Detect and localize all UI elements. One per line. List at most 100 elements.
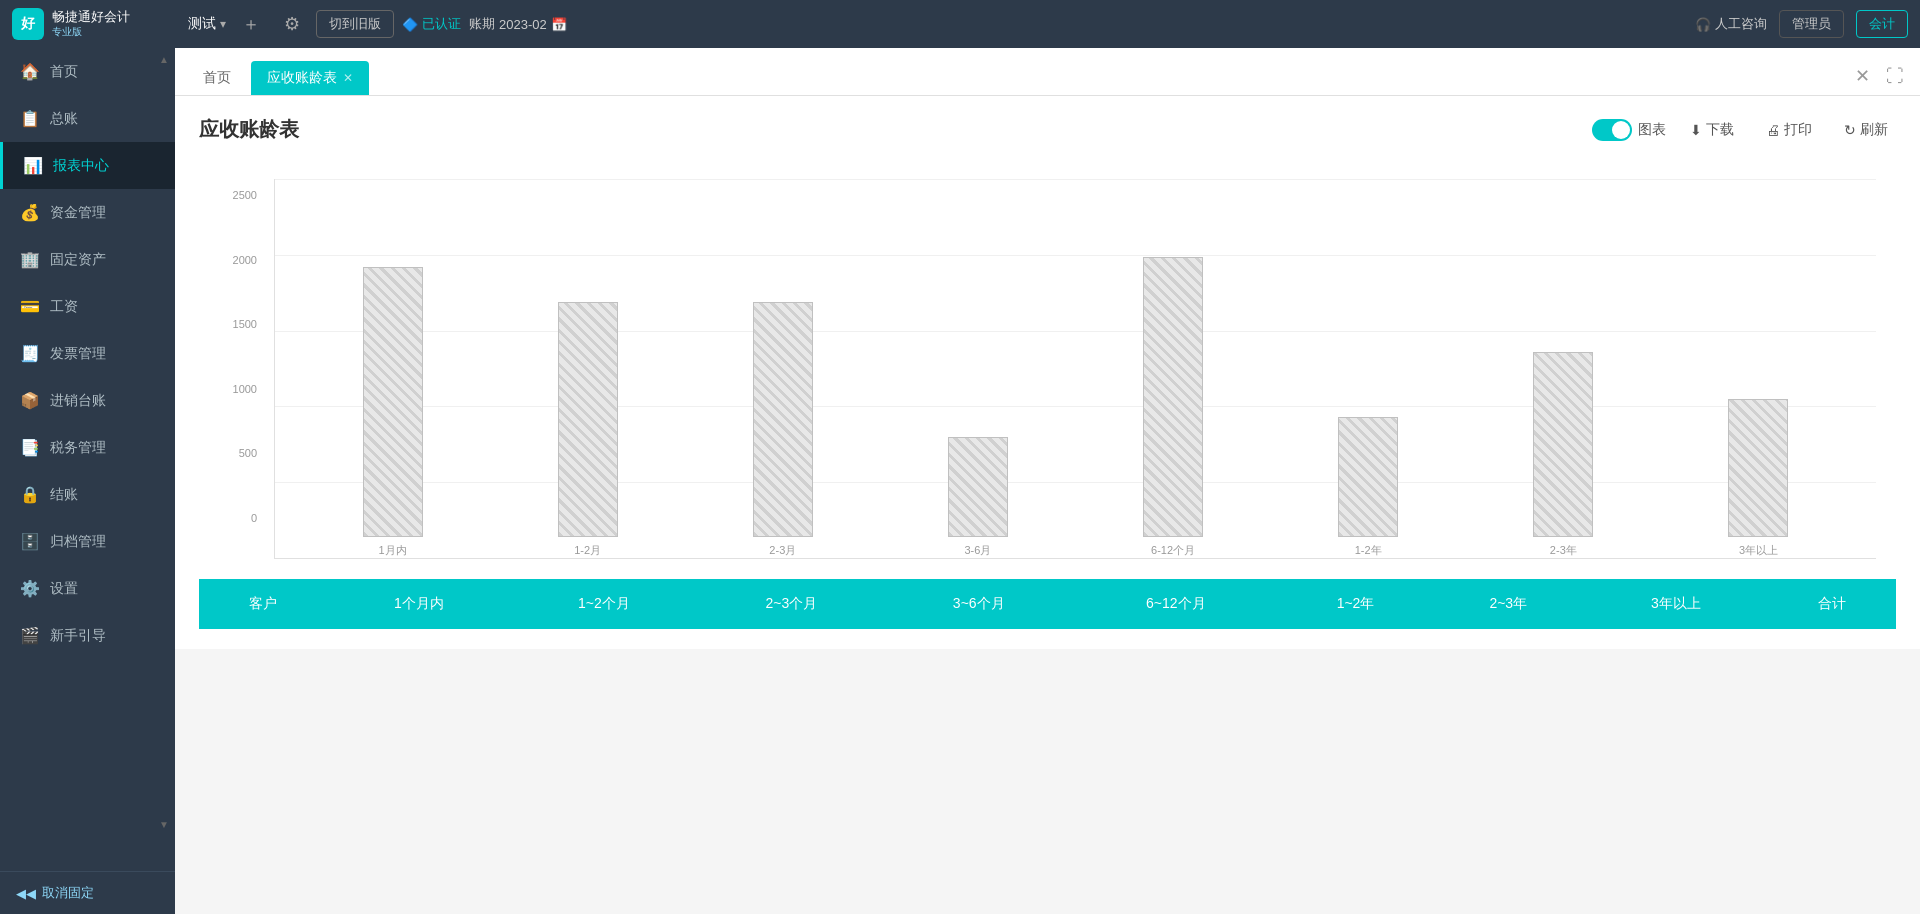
sidebar-item-home[interactable]: 🏠 首页 (0, 48, 175, 95)
expand-button[interactable]: ⛶ (1882, 62, 1908, 91)
sidebar-item-tax[interactable]: 📑 税务管理 (0, 424, 175, 471)
scroll-up-button[interactable]: ▲ (159, 54, 169, 65)
table-container: 客户 1个月内 1~2个月 2~3个月 3~6个月 6~12个月 1~2年 2~… (199, 579, 1896, 629)
certified-badge: 🔷 已认证 (402, 15, 461, 33)
settings-nav-icon: ⚙️ (20, 579, 40, 598)
logo-area: 好 畅捷通好会计 专业版 (12, 8, 172, 40)
refresh-icon: ↻ (1844, 122, 1856, 138)
sidebar-item-label: 设置 (50, 580, 78, 598)
sidebar-item-archive[interactable]: 🗄️ 归档管理 (0, 518, 175, 565)
sidebar-item-salary[interactable]: 💳 工资 (0, 283, 175, 330)
sidebar-item-inventory[interactable]: 📦 进销台账 (0, 377, 175, 424)
tab-bar: 首页 应收账龄表 ✕ ✕ ⛶ (175, 48, 1920, 96)
page-content: 应收账龄表 图表 ⬇ 下载 🖨 打印 (175, 96, 1920, 914)
col-header-3y-plus: 3年以上 (1585, 579, 1768, 629)
top-header: 好 畅捷通好会计 专业版 测试 ▾ ＋ ⚙ 切到旧版 🔷 已认证 账期 2023… (0, 0, 1920, 48)
print-button[interactable]: 🖨 打印 (1758, 117, 1820, 143)
tab-actions: ✕ ⛶ (1851, 61, 1908, 95)
sidebar-item-reports[interactable]: 📊 报表中心 (0, 142, 175, 189)
bar-label-1m: 1月内 (379, 543, 407, 558)
report-actions: 图表 ⬇ 下载 🖨 打印 ↻ 刷新 (1592, 117, 1896, 143)
bar-group-7: 2-3年 (1533, 352, 1593, 558)
col-header-customer: 客户 (199, 579, 328, 629)
bar-group-1: 1月内 (363, 267, 423, 558)
tab-close-icon[interactable]: ✕ (343, 71, 353, 85)
close-tab-button[interactable]: ✕ (1851, 61, 1874, 91)
sidebar-item-ledger[interactable]: 📋 总账 (0, 95, 175, 142)
tab-aging[interactable]: 应收账龄表 ✕ (251, 61, 369, 95)
sidebar-item-settings[interactable]: ⚙️ 设置 (0, 565, 175, 612)
bar-label-1-2m: 1-2月 (574, 543, 601, 558)
toggle-switch[interactable] (1592, 119, 1632, 141)
sidebar-item-label: 结账 (50, 486, 78, 504)
bar-group-8: 3年以上 (1728, 399, 1788, 558)
bar-group-3: 2-3月 (753, 302, 813, 558)
sidebar-item-label: 归档管理 (50, 533, 106, 551)
switch-old-version-button[interactable]: 切到旧版 (316, 10, 394, 38)
sidebar-item-label: 固定资产 (50, 251, 106, 269)
sidebar-item-funds[interactable]: 💰 资金管理 (0, 189, 175, 236)
bar-group-6: 1-2年 (1338, 417, 1398, 558)
col-header-2-3y: 2~3年 (1432, 579, 1585, 629)
bar-3-6m (948, 437, 1008, 537)
bar-1m (363, 267, 423, 537)
tab-home[interactable]: 首页 (187, 61, 247, 95)
sidebar-item-invoice[interactable]: 🧾 发票管理 (0, 330, 175, 377)
bar-2-3m (753, 302, 813, 537)
sidebar-item-label: 新手引导 (50, 627, 106, 645)
download-button[interactable]: ⬇ 下载 (1682, 117, 1742, 143)
add-button[interactable]: ＋ (234, 8, 268, 40)
calendar-icon[interactable]: 📅 (551, 17, 567, 32)
scroll-down-button[interactable]: ▼ (159, 819, 169, 830)
report-title: 应收账龄表 (199, 116, 299, 143)
data-table: 客户 1个月内 1~2个月 2~3个月 3~6个月 6~12个月 1~2年 2~… (199, 579, 1896, 629)
col-header-1-2m: 1~2个月 (510, 579, 697, 629)
sidebar-item-label: 首页 (50, 63, 78, 81)
col-header-6-12m: 6~12个月 (1072, 579, 1279, 629)
bar-label-2-3m: 2-3月 (769, 543, 796, 558)
chart-toggle[interactable]: 图表 (1592, 119, 1666, 141)
company-select[interactable]: 测试 ▾ (188, 15, 226, 33)
print-icon: 🖨 (1766, 122, 1780, 138)
download-icon: ⬇ (1690, 122, 1702, 138)
sidebar-item-label: 总账 (50, 110, 78, 128)
ledger-icon: 📋 (20, 109, 40, 128)
support-button[interactable]: 🎧 人工咨询 (1695, 15, 1767, 33)
col-header-2-3m: 2~3个月 (698, 579, 885, 629)
sidebar-item-label: 发票管理 (50, 345, 106, 363)
accountant-button[interactable]: 会计 (1856, 10, 1908, 38)
inventory-icon: 📦 (20, 391, 40, 410)
header-nav: 测试 ▾ ＋ ⚙ 切到旧版 🔷 已认证 账期 2023-02 📅 (188, 8, 1695, 40)
bar-1-2y (1338, 417, 1398, 537)
logo-text: 畅捷通好会计 专业版 (52, 9, 130, 39)
report-header: 应收账龄表 图表 ⬇ 下载 🖨 打印 (199, 116, 1896, 143)
bar-label-3-6m: 3-6月 (964, 543, 991, 558)
chart-plot-area: 1月内 1-2月 2-3月 (274, 179, 1876, 559)
sidebar-item-fixed-assets[interactable]: 🏢 固定资产 (0, 236, 175, 283)
user-button[interactable]: 管理员 (1779, 10, 1844, 38)
bar-label-2-3y: 2-3年 (1550, 543, 1577, 558)
settings-icon[interactable]: ⚙ (276, 9, 308, 39)
sidebar-item-guide[interactable]: 🎬 新手引导 (0, 612, 175, 659)
sidebar-item-label: 税务管理 (50, 439, 106, 457)
sidebar-item-label: 报表中心 (53, 157, 109, 175)
pin-icon: ◀◀ (16, 886, 36, 901)
refresh-button[interactable]: ↻ 刷新 (1836, 117, 1896, 143)
bars-row: 1月内 1-2月 2-3月 (275, 179, 1876, 558)
headset-icon: 🎧 (1695, 17, 1711, 32)
sidebar-item-close[interactable]: 🔒 结账 (0, 471, 175, 518)
funds-icon: 💰 (20, 203, 40, 222)
tax-icon: 📑 (20, 438, 40, 457)
cancel-fixed-button[interactable]: ◀◀ 取消固定 (0, 871, 175, 914)
bar-2-3y (1533, 352, 1593, 537)
header-right: 🎧 人工咨询 管理员 会计 (1695, 10, 1908, 38)
col-header-3-6m: 3~6个月 (885, 579, 1072, 629)
chevron-down-icon: ▾ (220, 17, 226, 31)
col-header-total: 合计 (1767, 579, 1896, 629)
invoice-icon: 🧾 (20, 344, 40, 363)
bar-group-2: 1-2月 (558, 302, 618, 558)
period-display: 账期 2023-02 📅 (469, 15, 567, 33)
report-area: 应收账龄表 图表 ⬇ 下载 🖨 打印 (175, 96, 1920, 649)
bar-group-4: 3-6月 (948, 437, 1008, 558)
sidebar-item-label: 工资 (50, 298, 78, 316)
